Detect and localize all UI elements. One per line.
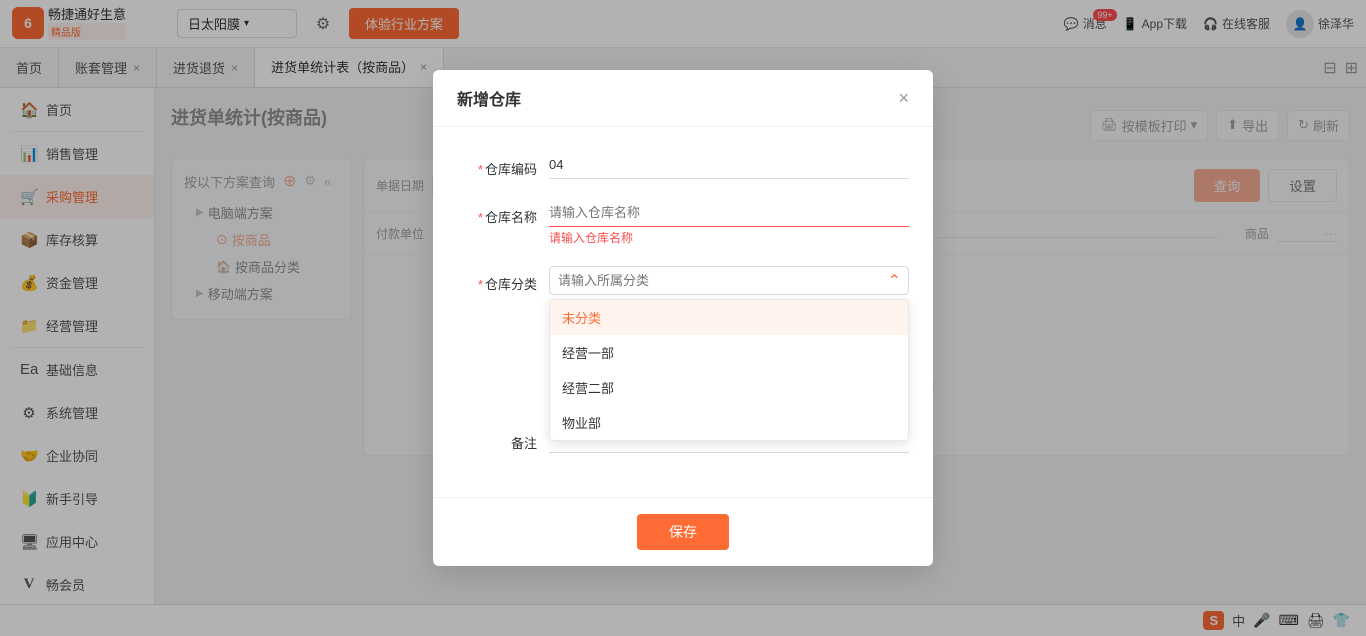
warehouse-code-label: 仓库编码 xyxy=(457,151,537,178)
add-warehouse-modal: 新增仓库 × 仓库编码 仓库名称 请输入仓库名称 仓库分类 xyxy=(433,70,933,566)
save-button[interactable]: 保存 xyxy=(637,514,729,550)
modal-overlay: 新增仓库 × 仓库编码 仓库名称 请输入仓库名称 仓库分类 xyxy=(0,0,1366,636)
warehouse-name-row: 仓库名称 请输入仓库名称 xyxy=(457,199,909,246)
dropdown-item-uncategorized[interactable]: 未分类 xyxy=(550,300,908,335)
modal-header: 新增仓库 × xyxy=(433,70,933,127)
dropdown-item-ops2[interactable]: 经营二部 xyxy=(550,370,908,405)
category-dropdown: 未分类 经营一部 经营二部 物业部 xyxy=(549,299,909,441)
dropdown-item-ops1[interactable]: 经营一部 xyxy=(550,335,908,370)
warehouse-code-field xyxy=(549,151,909,179)
warehouse-category-field: ⌃ 未分类 经营一部 经营二部 物业部 xyxy=(549,266,909,295)
modal-footer: 保存 xyxy=(433,497,933,566)
warehouse-name-label: 仓库名称 xyxy=(457,199,537,226)
warehouse-category-label: 仓库分类 xyxy=(457,266,537,293)
warehouse-name-error: 请输入仓库名称 xyxy=(549,229,909,246)
modal-close-btn[interactable]: × xyxy=(898,88,909,109)
warehouse-name-input[interactable] xyxy=(549,199,909,227)
warehouse-category-row: 仓库分类 ⌃ 未分类 经营一部 xyxy=(457,266,909,295)
dropdown-item-property[interactable]: 物业部 xyxy=(550,405,908,440)
category-chevron-up-icon[interactable]: ⌃ xyxy=(888,271,901,291)
warehouse-name-field: 请输入仓库名称 xyxy=(549,199,909,246)
warehouse-category-input[interactable] xyxy=(549,266,909,295)
modal-title: 新增仓库 xyxy=(457,86,521,110)
remark-label: 备注 xyxy=(457,425,537,452)
warehouse-code-row: 仓库编码 xyxy=(457,151,909,179)
warehouse-code-input[interactable] xyxy=(549,151,909,179)
modal-body: 仓库编码 仓库名称 请输入仓库名称 仓库分类 ⌃ xyxy=(433,127,933,497)
